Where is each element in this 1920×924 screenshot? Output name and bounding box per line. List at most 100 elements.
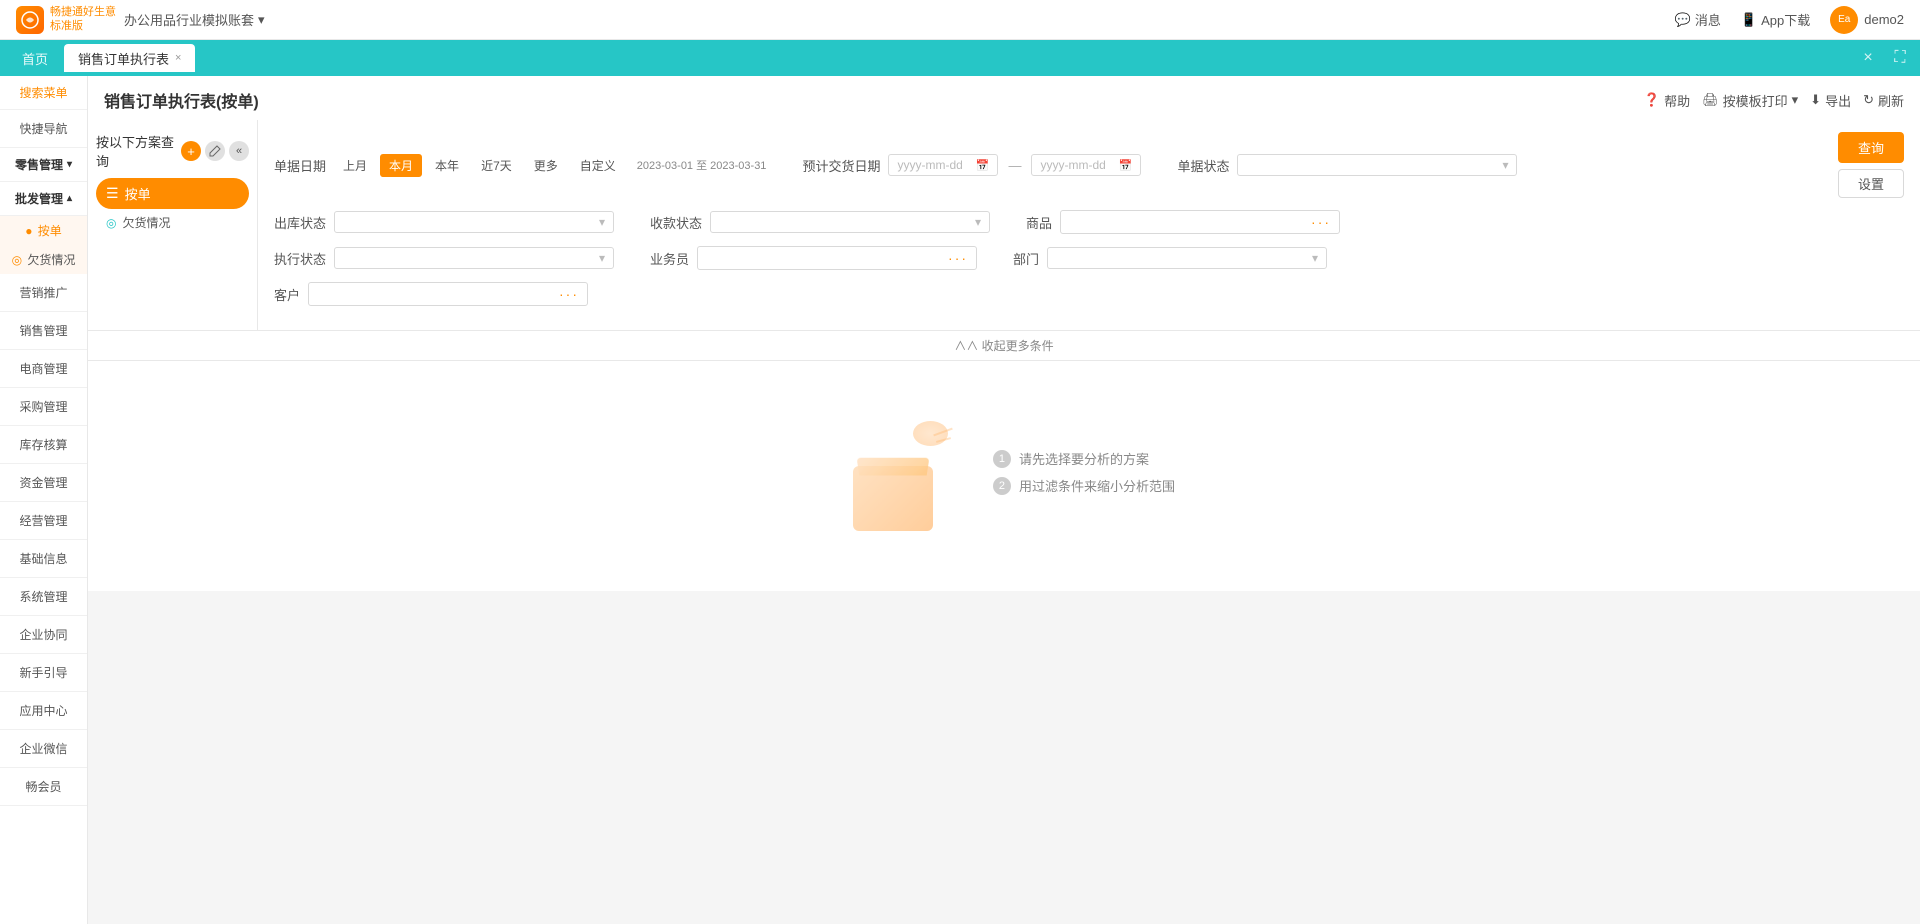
- window-expand-btn[interactable]: ⛶: [1888, 46, 1912, 70]
- tab-close-icon[interactable]: ×: [175, 53, 181, 64]
- chevron-up-icon-wholesale: ▴: [67, 193, 72, 204]
- app-download-action[interactable]: 📱 App下载: [1741, 10, 1810, 29]
- expected-date-start-input[interactable]: yyyy-mm-dd 📅: [888, 154, 998, 176]
- tab-home[interactable]: 首页: [8, 44, 62, 72]
- sidebar-label-wholesale: 批发管理: [15, 190, 63, 207]
- company-name: 办公用品行业模拟账套: [124, 10, 254, 29]
- status-filter-field: 单据状态 ▾: [1177, 154, 1517, 176]
- quick-nav-label: 快捷导航: [19, 122, 67, 136]
- date-btn-last-month[interactable]: 上月: [334, 154, 376, 177]
- tab-active[interactable]: 销售订单执行表 ×: [64, 44, 195, 72]
- scheme-sub-label-credit: 欠货情况: [122, 214, 170, 231]
- home-tab-label: 首页: [22, 49, 48, 68]
- export-button[interactable]: ⬇ 导出: [1810, 91, 1851, 110]
- sidebar-item-sales[interactable]: 销售管理: [0, 312, 87, 350]
- search-button[interactable]: 查询: [1838, 132, 1904, 163]
- scheme-item-orders[interactable]: ☰ 按单: [96, 178, 249, 209]
- status-select[interactable]: ▾: [1237, 154, 1517, 176]
- sidebar-item-stock[interactable]: 库存核算: [0, 426, 87, 464]
- box-fly: [913, 421, 948, 446]
- customer-select[interactable]: ···: [308, 282, 588, 306]
- exec-status-select[interactable]: ▾: [334, 247, 614, 269]
- edit-scheme-button[interactable]: [205, 141, 225, 161]
- empty-content: 1 请先选择要分析的方案 2 用过滤条件来缩小分析范围: [833, 421, 1175, 531]
- sidebar-item-purchase[interactable]: 采购管理: [0, 388, 87, 426]
- expected-date-end-input[interactable]: yyyy-mm-dd 📅: [1031, 154, 1141, 176]
- sidebar-label-wechat: 企业微信: [19, 742, 67, 756]
- add-scheme-button[interactable]: +: [181, 141, 201, 161]
- customer-more-icon[interactable]: ···: [559, 286, 579, 302]
- filter-scheme-sidebar: 按以下方案查询 + « ☰ 按单 ◎ 欠货情况: [88, 120, 258, 330]
- sidebar-search-area[interactable]: 搜索菜单: [0, 76, 87, 110]
- sidebar-item-member[interactable]: 畅会员: [0, 768, 87, 806]
- sidebar-item-wholesale[interactable]: 批发管理 ▴: [0, 182, 87, 216]
- sidebar-item-wechat[interactable]: 企业微信: [0, 730, 87, 768]
- sidebar-item-ecommerce[interactable]: 电商管理: [0, 350, 87, 388]
- department-field: 部门 ▾: [1013, 247, 1327, 269]
- circle-icon-orders: ●: [25, 224, 32, 238]
- sidebar-sub-orders[interactable]: ● 按单: [0, 216, 87, 245]
- template-print-button[interactable]: 🖨 按模板打印 ▾: [1702, 91, 1798, 110]
- date-btn-7days[interactable]: 近7天: [472, 154, 521, 177]
- date-btn-more[interactable]: 更多: [525, 154, 567, 177]
- salesperson-field: 业务员 ···: [650, 246, 977, 270]
- sidebar-item-basic[interactable]: 基础信息: [0, 540, 87, 578]
- product-select[interactable]: ···: [1060, 210, 1340, 234]
- salesperson-more-icon[interactable]: ···: [948, 250, 968, 266]
- date-label: 单据日期: [274, 156, 326, 175]
- sidebar-label-marketing: 营销推广: [19, 286, 67, 300]
- chevron-up-icon-collapse: ∧∧: [954, 339, 981, 353]
- collapse-scheme-button[interactable]: «: [229, 141, 249, 161]
- user-name: demo2: [1864, 12, 1904, 27]
- product-label: 商品: [1026, 213, 1052, 232]
- sidebar-item-app-center[interactable]: 应用中心: [0, 692, 87, 730]
- sidebar-item-marketing[interactable]: 营销推广: [0, 274, 87, 312]
- settings-button[interactable]: 设置: [1838, 169, 1904, 198]
- download-icon: 📱: [1741, 12, 1757, 28]
- sidebar-search-label[interactable]: 搜索菜单: [6, 84, 81, 101]
- date-btn-this-year[interactable]: 本年: [426, 154, 468, 177]
- sidebar-item-newbie[interactable]: 新手引导: [0, 654, 87, 692]
- help-button[interactable]: ❓ 帮助: [1644, 91, 1690, 110]
- scheme-list-icon: ☰: [106, 185, 119, 202]
- company-selector[interactable]: 办公用品行业模拟账套 ▾: [124, 10, 265, 29]
- scheme-title-text: 按以下方案查询: [96, 132, 175, 170]
- sidebar-quick-nav[interactable]: 快捷导航: [0, 110, 87, 148]
- date-btn-custom[interactable]: 自定义: [571, 154, 625, 177]
- user-profile[interactable]: Ea demo2: [1830, 6, 1904, 34]
- window-close-btn[interactable]: ×: [1856, 46, 1880, 70]
- payment-status-select[interactable]: ▾: [710, 211, 990, 233]
- date-btn-this-month[interactable]: 本月: [380, 154, 422, 177]
- header-left: 畅捷通好生意 标准版 办公用品行业模拟账套 ▾: [16, 6, 265, 34]
- sidebar-item-operations[interactable]: 经营管理: [0, 502, 87, 540]
- sidebar-item-zero-retail[interactable]: 零售管理 ▾: [0, 148, 87, 182]
- refresh-button[interactable]: ↻ 刷新: [1863, 91, 1904, 110]
- scheme-actions: + «: [181, 141, 249, 161]
- sidebar-item-system[interactable]: 系统管理: [0, 578, 87, 616]
- sidebar-label-zero-retail: 零售管理: [15, 156, 63, 173]
- sidebar-item-enterprise[interactable]: 企业协同: [0, 616, 87, 654]
- sidebar-item-finance[interactable]: 资金管理: [0, 464, 87, 502]
- payment-status-field: 收款状态 ▾: [650, 211, 990, 233]
- status-label: 单据状态: [1177, 156, 1229, 175]
- date-filter-field: 单据日期 上月 本月 本年 近7天 更多 自定义 2023-03-01 至 20…: [274, 154, 766, 177]
- header-right: 💬 消息 📱 App下载 Ea demo2: [1675, 6, 1904, 34]
- department-select[interactable]: ▾: [1047, 247, 1327, 269]
- scheme-sub-credit[interactable]: ◎ 欠货情况: [96, 209, 249, 236]
- nav-tabs-right-actions: × ⛶: [1856, 46, 1912, 70]
- salesperson-select[interactable]: ···: [697, 246, 977, 270]
- box-body: [853, 466, 933, 531]
- message-action[interactable]: 💬 消息: [1675, 10, 1721, 29]
- chevron-down-icon-status: ▾: [1502, 158, 1508, 172]
- chevron-down-icon-dept: ▾: [1312, 251, 1318, 265]
- collapse-filter-bar[interactable]: ∧∧ 收起更多条件: [88, 331, 1920, 361]
- filter-row-3: 执行状态 ▾ 业务员 ··· 部门: [274, 246, 1904, 270]
- page-title: 销售订单执行表(按单): [104, 88, 259, 112]
- filter-row-1: 单据日期 上月 本月 本年 近7天 更多 自定义 2023-03-01 至 20…: [274, 132, 1904, 198]
- sidebar-label-app-center: 应用中心: [19, 704, 67, 718]
- product-more-icon[interactable]: ···: [1311, 214, 1331, 230]
- delivery-status-select[interactable]: ▾: [334, 211, 614, 233]
- sidebar-sub-credit[interactable]: ◎ 欠货情况: [0, 245, 87, 274]
- tip-num-1: 1: [993, 450, 1011, 468]
- sidebar: 搜索菜单 快捷导航 零售管理 ▾ 批发管理 ▴ ● 按单 ◎ 欠货情况 营销推广…: [0, 76, 88, 924]
